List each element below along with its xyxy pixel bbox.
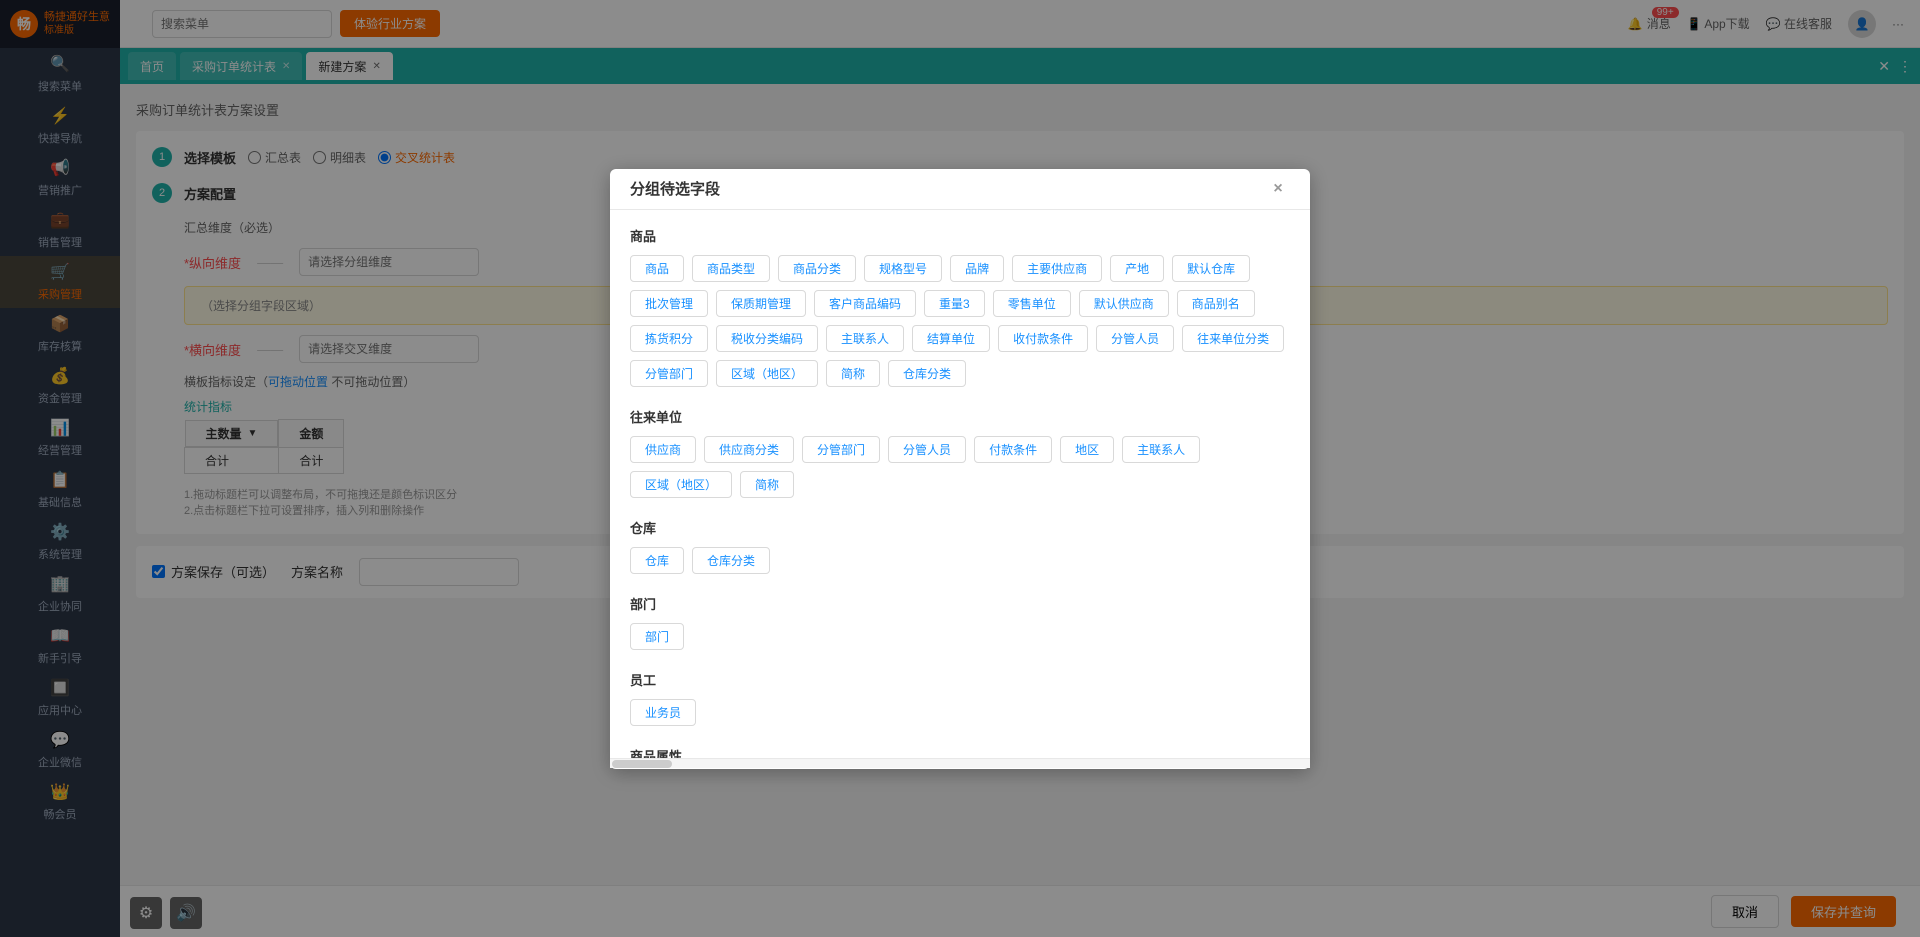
field-tag-规格型号[interactable]: 规格型号 xyxy=(864,255,942,282)
field-section-department: 部门部门 xyxy=(630,594,1290,650)
field-tag-重量3[interactable]: 重量3 xyxy=(924,290,985,317)
field-tag-供应商[interactable]: 供应商 xyxy=(630,436,696,463)
field-section-warehouse: 仓库仓库仓库分类 xyxy=(630,518,1290,574)
field-tag-商品分类[interactable]: 商品分类 xyxy=(778,255,856,282)
field-grid-product: 商品商品类型商品分类规格型号品牌主要供应商产地默认仓库批次管理保质期管理客户商品… xyxy=(630,255,1290,387)
field-tag-商品别名[interactable]: 商品别名 xyxy=(1177,290,1255,317)
field-tag-批次管理[interactable]: 批次管理 xyxy=(630,290,708,317)
section-title-warehouse: 仓库 xyxy=(630,518,1290,537)
field-tag-默认供应商[interactable]: 默认供应商 xyxy=(1079,290,1169,317)
field-tag-分管人员[interactable]: 分管人员 xyxy=(1096,325,1174,352)
section-title-department: 部门 xyxy=(630,594,1290,613)
modal-body[interactable]: 商品商品商品类型商品分类规格型号品牌主要供应商产地默认仓库批次管理保质期管理客户… xyxy=(610,210,1310,758)
field-tag-税收分类编码[interactable]: 税收分类编码 xyxy=(716,325,818,352)
section-title-partner: 往来单位 xyxy=(630,407,1290,426)
field-tag-区域（地区）[interactable]: 区域（地区） xyxy=(630,471,732,498)
field-grid-warehouse: 仓库仓库分类 xyxy=(630,547,1290,574)
field-grid-department: 部门 xyxy=(630,623,1290,650)
modal-overlay: 分组待选字段 × 商品商品商品类型商品分类规格型号品牌主要供应商产地默认仓库批次… xyxy=(0,0,1920,937)
field-tag-区域（地区）[interactable]: 区域（地区） xyxy=(716,360,818,387)
field-tag-主联系人[interactable]: 主联系人 xyxy=(826,325,904,352)
field-tag-产地[interactable]: 产地 xyxy=(1110,255,1164,282)
field-tag-地区[interactable]: 地区 xyxy=(1060,436,1114,463)
field-tag-客户商品编码[interactable]: 客户商品编码 xyxy=(814,290,916,317)
field-section-product-attr: 商品属性属性颜色多规格尺码鞋码1 xyxy=(630,746,1290,758)
modal-header: 分组待选字段 × xyxy=(610,169,1310,211)
field-section-product: 商品商品商品类型商品分类规格型号品牌主要供应商产地默认仓库批次管理保质期管理客户… xyxy=(630,226,1290,387)
field-grid-partner: 供应商供应商分类分管部门分管人员付款条件地区主联系人区域（地区） 简称 xyxy=(630,436,1290,498)
field-tag-仓库[interactable]: 仓库 xyxy=(630,547,684,574)
hscroll-thumb[interactable] xyxy=(612,760,672,768)
field-tag-商品[interactable]: 商品 xyxy=(630,255,684,282)
field-tag-仓库分类[interactable]: 仓库分类 xyxy=(888,360,966,387)
modal-title: 分组待选字段 xyxy=(630,178,720,199)
field-tag-分管人员[interactable]: 分管人员 xyxy=(888,436,966,463)
field-tag-分管部门[interactable]: 分管部门 xyxy=(802,436,880,463)
field-tag-品牌[interactable]: 品牌 xyxy=(950,255,1004,282)
field-tag-业务员[interactable]: 业务员 xyxy=(630,699,696,726)
field-tag-简称[interactable]: 简称 xyxy=(826,360,880,387)
modal-horizontal-scrollbar[interactable] xyxy=(610,758,1310,769)
field-tag-供应商分类[interactable]: 供应商分类 xyxy=(704,436,794,463)
field-section-partner: 往来单位供应商供应商分类分管部门分管人员付款条件地区主联系人区域（地区） 简称 xyxy=(630,407,1290,498)
modal-dialog: 分组待选字段 × 商品商品商品类型商品分类规格型号品牌主要供应商产地默认仓库批次… xyxy=(610,169,1310,769)
field-section-employee: 员工业务员 xyxy=(630,670,1290,726)
field-tag-主联系人[interactable]: 主联系人 xyxy=(1122,436,1200,463)
field-tag-付款条件[interactable]: 付款条件 xyxy=(974,436,1052,463)
field-tag-部门[interactable]: 部门 xyxy=(630,623,684,650)
field-tag-分管部门[interactable]: 分管部门 xyxy=(630,360,708,387)
field-tag-结算单位[interactable]: 结算单位 xyxy=(912,325,990,352)
field-tag-主要供应商[interactable]: 主要供应商 xyxy=(1012,255,1102,282)
section-title-product-attr: 商品属性 xyxy=(630,746,1290,758)
field-tag-默认仓库[interactable]: 默认仓库 xyxy=(1172,255,1250,282)
field-tag-简称[interactable]: 简称 xyxy=(740,471,794,498)
field-tag-往来单位分类[interactable]: 往来单位分类 xyxy=(1182,325,1284,352)
section-title-product: 商品 xyxy=(630,226,1290,245)
section-title-employee: 员工 xyxy=(630,670,1290,689)
field-tag-拣货积分[interactable]: 拣货积分 xyxy=(630,325,708,352)
field-tag-保质期管理[interactable]: 保质期管理 xyxy=(716,290,806,317)
modal-close-button[interactable]: × xyxy=(1266,177,1290,201)
field-tag-商品类型[interactable]: 商品类型 xyxy=(692,255,770,282)
field-grid-employee: 业务员 xyxy=(630,699,1290,726)
field-tag-仓库分类[interactable]: 仓库分类 xyxy=(692,547,770,574)
field-tag-零售单位[interactable]: 零售单位 xyxy=(993,290,1071,317)
field-tag-收付款条件[interactable]: 收付款条件 xyxy=(998,325,1088,352)
